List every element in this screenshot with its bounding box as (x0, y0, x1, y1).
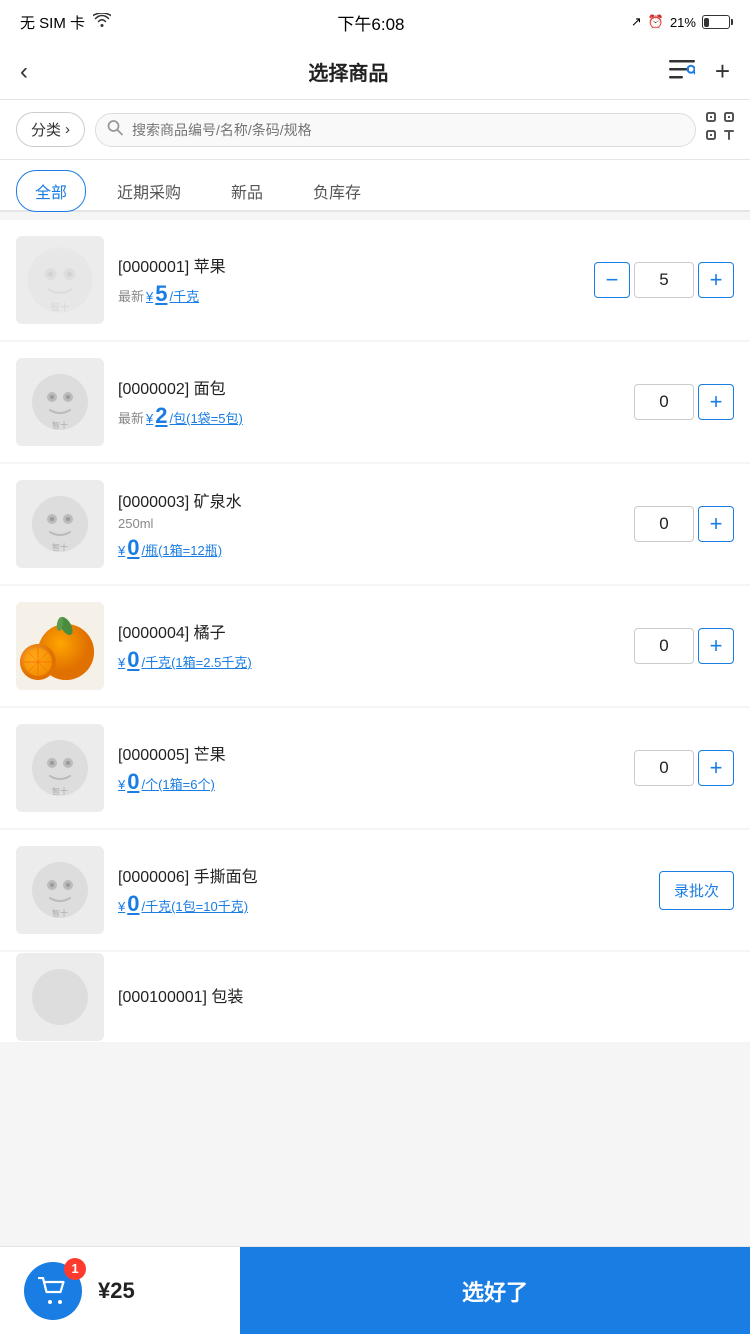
add-button[interactable]: + (715, 56, 730, 87)
quantity-input-3[interactable] (634, 506, 694, 542)
quantity-ctrl-1: − + (594, 262, 734, 298)
increase-button-2[interactable]: + (698, 384, 734, 420)
product-price-2: 最新 ¥2/包(1袋=5包) (118, 403, 620, 429)
search-icon (107, 119, 123, 140)
tab-negative[interactable]: 负库存 (294, 170, 380, 212)
table-row: [0000004] 橘子 ¥0/千克(1箱=2.5千克) + (0, 586, 750, 706)
quantity-input-5[interactable] (634, 750, 694, 786)
product-spec-3: 250ml (118, 516, 620, 531)
battery-text: 21% (670, 15, 696, 30)
product-name-2: [0000002] 面包 (118, 375, 620, 399)
quantity-ctrl-3: + (634, 506, 734, 542)
confirm-button[interactable]: 选好了 (240, 1247, 750, 1334)
tab-new[interactable]: 新品 (212, 170, 282, 212)
product-info-7: [000100001] 包装 (118, 983, 734, 1011)
table-row: 智十 [0000003] 矿泉水 250ml ¥0/瓶(1箱=12瓶) + (0, 464, 750, 584)
product-image-2: 智十 (16, 358, 104, 446)
quantity-input-4[interactable] (634, 628, 694, 664)
product-image-6: 智十 (16, 846, 104, 934)
page-title: 选择商品 (308, 57, 388, 86)
product-price-6: ¥0/千克(1包=10千克) (118, 891, 645, 917)
increase-button-3[interactable]: + (698, 506, 734, 542)
product-name-4: [0000004] 橘子 (118, 619, 620, 643)
product-info-1: [0000001] 苹果 最新 ¥5/千克 (118, 253, 580, 307)
scan-button[interactable] (706, 112, 734, 147)
nav-bar: ‹ 选择商品 + (0, 44, 750, 100)
decrease-button-1[interactable]: − (594, 262, 630, 298)
category-chevron: › (65, 121, 70, 138)
product-price-1: 最新 ¥5/千克 (118, 281, 580, 307)
product-name-7: [000100001] 包装 (118, 983, 734, 1007)
filter-button[interactable] (669, 58, 695, 86)
table-row: 智十 [0000001] 苹果 最新 ¥5/千克 − + (0, 220, 750, 340)
tab-row: 全部 近期采购 新品 负库存 (0, 160, 750, 212)
product-image-5: 智十 (16, 724, 104, 812)
product-image-4 (16, 602, 104, 690)
back-button[interactable]: ‹ (20, 58, 28, 86)
location-icon: ↗ (631, 14, 642, 30)
svg-text:智十: 智十 (51, 301, 70, 312)
search-wrapper (95, 113, 696, 147)
tab-all[interactable]: 全部 (16, 170, 86, 212)
product-list: 智十 [0000001] 苹果 最新 ¥5/千克 − + (0, 220, 750, 1144)
search-row: 分类 › (0, 100, 750, 160)
product-name-6: [0000006] 手撕面包 (118, 863, 645, 887)
cart-section: 1 ¥25 (0, 1262, 240, 1320)
product-price-3: ¥0/瓶(1箱=12瓶) (118, 535, 620, 561)
quantity-ctrl-4: + (634, 628, 734, 664)
product-info-2: [0000002] 面包 最新 ¥2/包(1袋=5包) (118, 375, 620, 429)
batch-button-6[interactable]: 录批次 (659, 871, 734, 910)
product-name-1: [0000001] 苹果 (118, 253, 580, 277)
product-price-4: ¥0/千克(1箱=2.5千克) (118, 647, 620, 673)
table-row: 智十 [0000006] 手撕面包 ¥0/千克(1包=10千克) 录批次 (0, 830, 750, 950)
status-time: 下午6:08 (337, 10, 404, 35)
svg-text:智十: 智十 (52, 420, 68, 430)
cart-badge: 1 (64, 1258, 86, 1280)
search-input[interactable] (95, 113, 696, 147)
product-image-3: 智十 (16, 480, 104, 568)
svg-text:智十: 智十 (52, 542, 68, 552)
quantity-input-1[interactable] (634, 262, 694, 298)
table-row: [000100001] 包装 (0, 952, 750, 1042)
status-left: 无 SIM 卡 (20, 12, 111, 33)
bottom-bar: 1 ¥25 选好了 (0, 1246, 750, 1334)
svg-text:智十: 智十 (52, 786, 68, 796)
svg-text:智十: 智十 (52, 908, 68, 918)
quantity-input-2[interactable] (634, 384, 694, 420)
status-right: ↗ ⏰ 21% (631, 14, 730, 30)
table-row: 智十 [0000005] 芒果 ¥0/个(1箱=6个) + (0, 708, 750, 828)
nav-actions: + (669, 56, 730, 87)
table-row: 智十 [0000002] 面包 最新 ¥2/包(1袋=5包) + (0, 342, 750, 462)
increase-button-5[interactable]: + (698, 750, 734, 786)
carrier-text: 无 SIM 卡 (20, 12, 85, 33)
cart-total: ¥25 (98, 1278, 135, 1304)
tab-recent[interactable]: 近期采购 (98, 170, 200, 212)
status-bar: 无 SIM 卡 下午6:08 ↗ ⏰ 21% (0, 0, 750, 44)
product-info-6: [0000006] 手撕面包 ¥0/千克(1包=10千克) (118, 863, 645, 917)
product-info-4: [0000004] 橘子 ¥0/千克(1箱=2.5千克) (118, 619, 620, 673)
product-image-1: 智十 (16, 236, 104, 324)
increase-button-4[interactable]: + (698, 628, 734, 664)
product-name-3: [0000003] 矿泉水 (118, 488, 620, 512)
product-info-5: [0000005] 芒果 ¥0/个(1箱=6个) (118, 741, 620, 795)
product-name-5: [0000005] 芒果 (118, 741, 620, 765)
quantity-ctrl-5: + (634, 750, 734, 786)
quantity-ctrl-2: + (634, 384, 734, 420)
product-info-3: [0000003] 矿泉水 250ml ¥0/瓶(1箱=12瓶) (118, 488, 620, 561)
alarm-icon: ⏰ (648, 14, 664, 30)
category-button[interactable]: 分类 › (16, 112, 85, 147)
wifi-icon (93, 13, 111, 31)
category-label: 分类 (31, 119, 61, 140)
increase-button-1[interactable]: + (698, 262, 734, 298)
cart-button[interactable]: 1 (24, 1262, 82, 1320)
product-price-5: ¥0/个(1箱=6个) (118, 769, 620, 795)
product-image-7 (16, 953, 104, 1041)
battery-icon (702, 15, 730, 29)
